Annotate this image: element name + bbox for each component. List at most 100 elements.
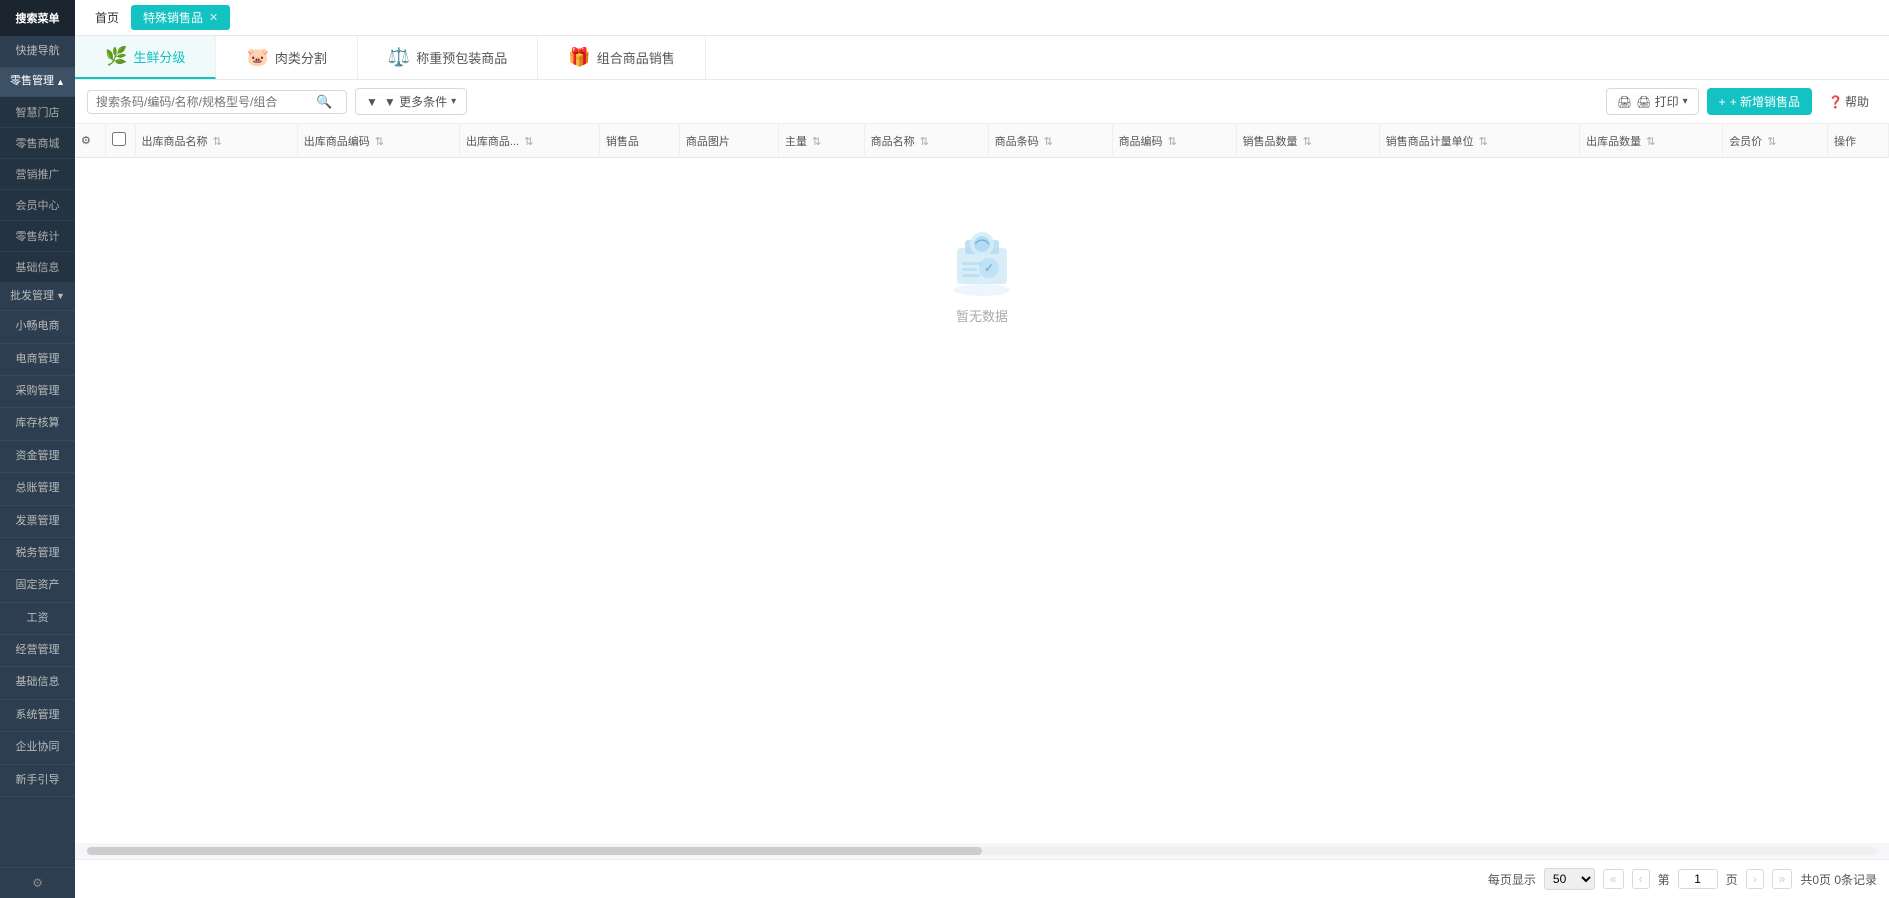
sub-tab-combo-sale[interactable]: 🎁 组合商品销售: [538, 36, 705, 79]
sidebar-item-wholesale-mgmt[interactable]: 批发管理 ▼: [0, 283, 75, 311]
page-label: 页: [1726, 871, 1738, 888]
sidebar-item-base-info2[interactable]: 基础信息: [0, 667, 75, 699]
select-all-checkbox[interactable]: [112, 132, 126, 146]
search-input[interactable]: [96, 95, 316, 109]
col-operation: 操作: [1828, 124, 1889, 158]
sort-icon: ⇅: [920, 136, 929, 148]
sidebar-item-tax-mgmt[interactable]: 税务管理: [0, 538, 75, 570]
filter-button[interactable]: ▼ ▼ 更多条件 ▾: [355, 88, 467, 115]
sidebar-item-general-ledger[interactable]: 总账管理: [0, 473, 75, 505]
settings-icon[interactable]: ⚙: [0, 867, 75, 898]
chevron-down-icon: ▾: [451, 96, 456, 107]
page-content: 🌿 生鲜分级 🐷 肉类分割 ⚖️ 称重预包装商品 🎁 组合商品销售 🔍: [75, 36, 1889, 898]
col-settings[interactable]: ⚙: [75, 124, 105, 158]
sidebar-item-new-guide[interactable]: 新手引导: [0, 765, 75, 797]
sidebar-retail-submenu: 智慧门店 零售商城 营销推广 会员中心 零售统计 基础信息: [0, 97, 75, 283]
sidebar-item-fixed-assets[interactable]: 固定资产: [0, 570, 75, 602]
sidebar-item-smart-store[interactable]: 智慧门店: [0, 97, 75, 128]
col-sale-unit[interactable]: 销售商品计量单位 ⇅: [1379, 124, 1579, 158]
meat-split-icon: 🐷: [246, 47, 268, 68]
sidebar-item-sys-mgmt[interactable]: 系统管理: [0, 700, 75, 732]
print-dropdown-icon: ▾: [1683, 96, 1688, 107]
new-sale-item-button[interactable]: + + 新增销售品: [1707, 88, 1812, 115]
sidebar-item-invoice-mgmt[interactable]: 发票管理: [0, 506, 75, 538]
sidebar-item-wage[interactable]: 工资: [0, 603, 75, 635]
sidebar: 搜索菜单 快捷导航 零售管理 ▲ 智慧门店 零售商城 营销推广 会员中心 零售统…: [0, 0, 75, 898]
sort-icon: ⇅: [213, 136, 222, 148]
sidebar-logo: 搜索菜单: [0, 0, 75, 36]
help-button[interactable]: ❓ 帮助: [1820, 89, 1877, 114]
sidebar-item-member[interactable]: 会员中心: [0, 190, 75, 221]
col-member-price[interactable]: 会员价 ⇅: [1723, 124, 1828, 158]
col-checkbox[interactable]: [105, 124, 135, 158]
sidebar-item-retail-mgmt[interactable]: 零售管理 ▲: [0, 68, 75, 96]
header-tabs: 首页 特殊销售品 ✕: [75, 0, 1889, 36]
plus-icon: +: [1719, 95, 1726, 109]
data-table: ⚙ 出库商品名称 ⇅ 出库商品编码 ⇅ 出库商品... ⇅ 销售品 商品图片 主…: [75, 124, 1889, 158]
sub-tab-weight-pack[interactable]: ⚖️ 称重预包装商品: [358, 36, 538, 79]
per-page-select[interactable]: 50 10 20 100: [1544, 868, 1595, 890]
sub-tab-fresh-grade[interactable]: 🌿 生鲜分级: [75, 36, 216, 79]
print-button[interactable]: 🖨 🖨 打印 ▾: [1606, 88, 1699, 115]
sub-tabs: 🌿 生鲜分级 🐷 肉类分割 ⚖️ 称重预包装商品 🎁 组合商品销售: [75, 36, 1889, 80]
sort-icon: ⇅: [1767, 136, 1776, 148]
col-sale-qty[interactable]: 销售品数量 ⇅: [1236, 124, 1379, 158]
sub-tab-meat-split[interactable]: 🐷 肉类分割: [216, 36, 357, 79]
sort-icon: ⇅: [1479, 136, 1488, 148]
close-tab-icon[interactable]: ✕: [209, 11, 218, 24]
col-out-name[interactable]: 出库商品名称 ⇅: [135, 124, 297, 158]
sidebar-item-ecom-mgmt[interactable]: 电商管理: [0, 344, 75, 376]
col-out-item[interactable]: 出库商品... ⇅: [459, 124, 599, 158]
col-out-qty[interactable]: 出库品数量 ⇅: [1580, 124, 1723, 158]
svg-text:✓: ✓: [984, 261, 994, 275]
pagination: 每页显示 50 10 20 100 « ‹ 第 页 › » 共0页 0条记录: [75, 859, 1889, 898]
sidebar-item-retail-stats[interactable]: 零售统计: [0, 221, 75, 252]
col-main-qty[interactable]: 主量 ⇅: [778, 124, 864, 158]
help-icon: ❓: [1828, 95, 1843, 109]
prev-page-button[interactable]: ‹: [1632, 869, 1650, 889]
horizontal-scrollbar[interactable]: [87, 847, 1877, 855]
main-content: 首页 特殊销售品 ✕ 🌿 生鲜分级 🐷 肉类分割 ⚖️ 称重预包装商品 🎁 组合…: [75, 0, 1889, 898]
sidebar-item-base-info[interactable]: 基础信息: [0, 252, 75, 283]
sidebar-item-purchase-mgmt[interactable]: 采购管理: [0, 376, 75, 408]
empty-illustration: ✓: [937, 218, 1027, 298]
sort-icon: ⇅: [812, 136, 821, 148]
toolbar-left: 🔍 ▼ ▼ 更多条件 ▾: [87, 88, 467, 115]
goto-label: 第: [1658, 871, 1670, 888]
search-box[interactable]: 🔍: [87, 90, 347, 114]
last-page-button[interactable]: »: [1772, 869, 1793, 889]
sort-icon: ⇅: [524, 136, 533, 148]
sort-icon: ⇅: [1646, 136, 1655, 148]
sidebar-item-ops-mgmt[interactable]: 经营管理: [0, 635, 75, 667]
sidebar-item-retail-mall[interactable]: 零售商城: [0, 128, 75, 159]
sidebar-item-enterprise[interactable]: 企业协同: [0, 732, 75, 764]
sidebar-item-inventory[interactable]: 库存核算: [0, 408, 75, 440]
sort-icon: ⇅: [1303, 136, 1312, 148]
toolbar: 🔍 ▼ ▼ 更多条件 ▾ 🖨 🖨 打印 ▾ + + 新增销售品: [75, 80, 1889, 124]
empty-text: 暂无数据: [956, 306, 1008, 325]
print-icon: 🖨: [1617, 95, 1632, 109]
next-page-button[interactable]: ›: [1746, 869, 1764, 889]
sidebar-item-finance[interactable]: 资金管理: [0, 441, 75, 473]
sort-icon: ⇅: [1168, 136, 1177, 148]
table-container: ⚙ 出库商品名称 ⇅ 出库商品编码 ⇅ 出库商品... ⇅ 销售品 商品图片 主…: [75, 124, 1889, 843]
col-barcode[interactable]: 商品条码 ⇅: [988, 124, 1112, 158]
tab-home[interactable]: 首页: [83, 5, 131, 30]
scrollbar-thumb[interactable]: [87, 847, 982, 855]
col-out-code[interactable]: 出库商品编码 ⇅: [297, 124, 459, 158]
first-page-button[interactable]: «: [1603, 869, 1624, 889]
weight-pack-icon: ⚖️: [388, 47, 410, 68]
filter-icon: ▼: [366, 95, 378, 109]
col-product-code[interactable]: 商品编码 ⇅: [1112, 124, 1236, 158]
sort-icon: ⇅: [1044, 136, 1053, 148]
fresh-grade-icon: 🌿: [105, 46, 127, 67]
total-info: 共0页 0条记录: [1800, 871, 1877, 888]
sidebar-item-mini-ecom[interactable]: 小畅电商: [0, 311, 75, 343]
sidebar-item-marketing[interactable]: 营销推广: [0, 159, 75, 190]
col-product-img: 商品图片: [679, 124, 778, 158]
page-input[interactable]: [1678, 869, 1718, 889]
sidebar-item-quick-nav[interactable]: 快捷导航: [0, 36, 75, 68]
sort-icon: ⇅: [375, 136, 384, 148]
tab-special-sales[interactable]: 特殊销售品 ✕: [131, 5, 230, 30]
col-product-name[interactable]: 商品名称 ⇅: [864, 124, 988, 158]
